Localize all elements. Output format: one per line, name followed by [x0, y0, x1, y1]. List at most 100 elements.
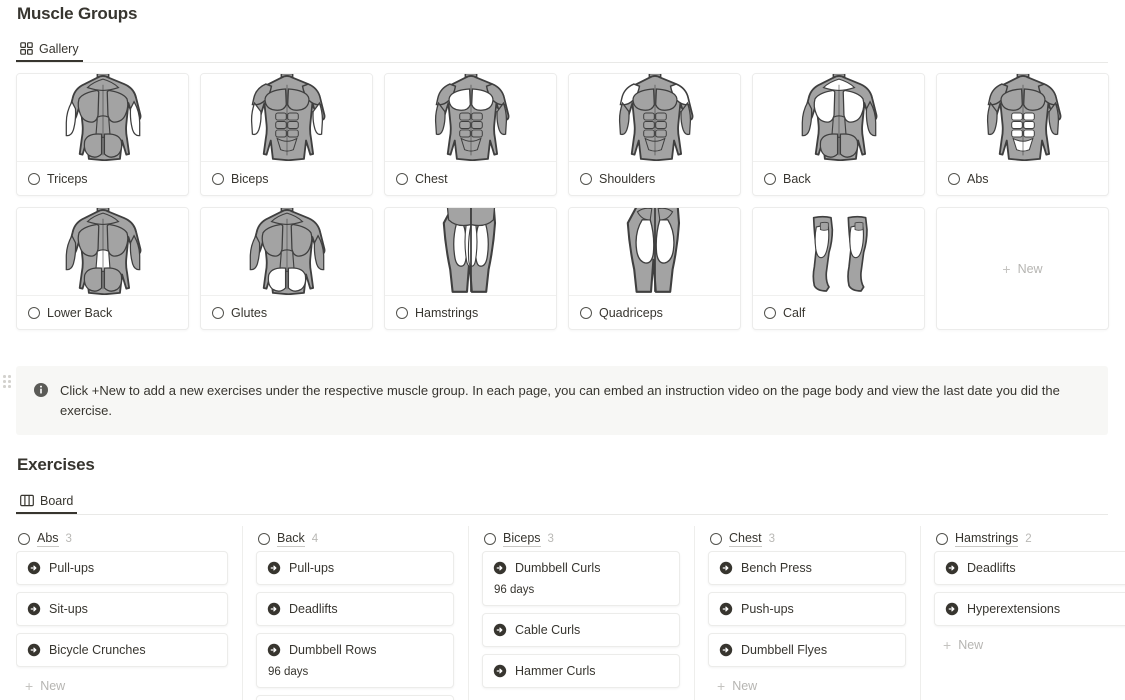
board-column-name: Abs	[37, 531, 59, 547]
page-title-muscle-groups: Muscle Groups	[17, 4, 137, 24]
board-card[interactable]: Deadlifts	[256, 592, 454, 626]
gallery-card[interactable]: Hamstrings	[384, 207, 557, 330]
board-card-row: Hammer Curls	[493, 664, 668, 678]
board-card-row: Deadlifts	[267, 602, 442, 616]
board-card[interactable]: Dumbbell Curls96 days	[482, 551, 680, 606]
plus-icon: +	[1002, 263, 1010, 275]
board-new-label: New	[732, 679, 757, 693]
board-card[interactable]: Hyperextensions	[934, 592, 1125, 626]
board-card[interactable]: Dumbbell Flyes	[708, 633, 906, 667]
radio-circle-icon[interactable]	[212, 173, 224, 185]
gallery-card-label: Triceps	[47, 172, 88, 186]
board-column-header[interactable]: Hamstrings2	[934, 526, 1125, 551]
muscle-diagram-triceps	[17, 74, 188, 162]
callout-text: Click +New to add a new exercises under …	[60, 381, 1090, 421]
page-arrow-icon	[719, 602, 733, 616]
board-column: Abs 3 Pull-ups Sit-ups Bicycle Crunches + N…	[16, 526, 242, 700]
muscle-diagram-lower-back	[17, 208, 188, 296]
muscle-diagram-chest	[385, 74, 556, 162]
board-column-header[interactable]: Biceps 3	[482, 526, 680, 551]
radio-circle-icon[interactable]	[764, 307, 776, 319]
page-arrow-icon	[267, 561, 281, 575]
plus-icon: +	[25, 680, 33, 692]
gallery-card-footer: Lower Back	[17, 296, 188, 329]
muscle-diagram-glutes	[201, 208, 372, 296]
board-column-count: 3	[66, 533, 72, 545]
gallery-card[interactable]: Shoulders	[568, 73, 741, 196]
board-card[interactable]	[256, 695, 454, 700]
page-title-exercises: Exercises	[17, 455, 95, 475]
board-column: Hamstrings2 Deadlifts Hyperextensions + Ne…	[920, 526, 1125, 700]
board-new-label: New	[958, 638, 983, 652]
radio-circle-icon[interactable]	[580, 173, 592, 185]
board-new-card-button[interactable]: + New	[934, 633, 1125, 652]
board-column-count: 4	[312, 533, 318, 545]
board-column-count: 3	[769, 533, 775, 545]
gallery-card-label: Back	[783, 172, 811, 186]
board-card[interactable]: Push-ups	[708, 592, 906, 626]
page-arrow-icon	[945, 602, 959, 616]
radio-circle-icon[interactable]	[28, 173, 40, 185]
gallery-card[interactable]: Back	[752, 73, 925, 196]
board-new-card-button[interactable]: + New	[16, 674, 228, 693]
board-column-header[interactable]: Abs 3	[16, 526, 228, 551]
board-new-card-button[interactable]: + New	[708, 674, 906, 693]
gallery-card-footer: Hamstrings	[385, 296, 556, 329]
radio-circle-icon[interactable]	[396, 307, 408, 319]
plus-icon: +	[943, 639, 951, 651]
board-card[interactable]: Bench Press	[708, 551, 906, 585]
radio-circle-icon[interactable]	[212, 307, 224, 319]
board-card-row: Dumbbell Curls	[493, 561, 668, 575]
radio-circle-icon	[258, 533, 270, 545]
board-card-title: Pull-ups	[49, 561, 94, 575]
board-card-subtitle: 96 days	[267, 666, 442, 678]
board-card[interactable]: Deadlifts	[934, 551, 1125, 585]
board-card[interactable]: Cable Curls	[482, 613, 680, 647]
gallery-card-footer: Triceps	[17, 162, 188, 195]
tab-gallery[interactable]: Gallery	[16, 37, 83, 62]
gallery-card[interactable]: Quadriceps	[568, 207, 741, 330]
board-card[interactable]: Hammer Curls	[482, 654, 680, 688]
drag-handle-icon[interactable]	[3, 375, 13, 389]
gallery-card[interactable]: Calf	[752, 207, 925, 330]
gallery-card-label: Shoulders	[599, 172, 655, 186]
board-column-header[interactable]: Chest3	[708, 526, 906, 551]
board-column-name: Biceps	[503, 531, 541, 547]
gallery-card[interactable]: Biceps	[200, 73, 373, 196]
board-column-header[interactable]: Back4	[256, 526, 454, 551]
page-arrow-icon	[267, 602, 281, 616]
board-card[interactable]: Pull-ups	[16, 551, 228, 585]
radio-circle-icon[interactable]	[580, 307, 592, 319]
radio-circle-icon[interactable]	[28, 307, 40, 319]
tab-board[interactable]: Board	[16, 489, 77, 514]
gallery-card[interactable]: Triceps	[16, 73, 189, 196]
board-new-label: New	[40, 679, 65, 693]
board-card[interactable]: Sit-ups	[16, 592, 228, 626]
radio-circle-icon[interactable]	[396, 173, 408, 185]
gallery-card[interactable]: Lower Back	[16, 207, 189, 330]
board-new-card-button[interactable]: +New	[482, 695, 680, 700]
gallery-card[interactable]: Abs	[936, 73, 1109, 196]
page-arrow-icon	[719, 561, 733, 575]
board-card-title: Dumbbell Rows	[289, 643, 377, 657]
radio-circle-icon[interactable]	[764, 173, 776, 185]
gallery-new-card-button[interactable]: +New	[936, 207, 1109, 330]
gallery-card-footer: Back	[753, 162, 924, 195]
board-card-row: Deadlifts	[945, 561, 1120, 575]
board-column-count: 3	[548, 533, 554, 545]
plus-icon: +	[717, 680, 725, 692]
board-card[interactable]: Pull-ups	[256, 551, 454, 585]
page-arrow-icon	[27, 602, 41, 616]
board-card-row: Bicycle Crunches	[27, 643, 216, 657]
board-card[interactable]: Bicycle Crunches	[16, 633, 228, 667]
board-card[interactable]: Dumbbell Rows 96 days	[256, 633, 454, 688]
gallery-card[interactable]: Chest	[384, 73, 557, 196]
page-arrow-icon	[493, 561, 507, 575]
radio-circle-icon[interactable]	[948, 173, 960, 185]
gallery-card-footer: Biceps	[201, 162, 372, 195]
board-card-title: Deadlifts	[967, 561, 1016, 575]
page-arrow-icon	[27, 561, 41, 575]
board-card-title: Dumbbell Flyes	[741, 643, 827, 657]
gallery-card[interactable]: Glutes	[200, 207, 373, 330]
muscle-diagram-abs	[937, 74, 1108, 162]
